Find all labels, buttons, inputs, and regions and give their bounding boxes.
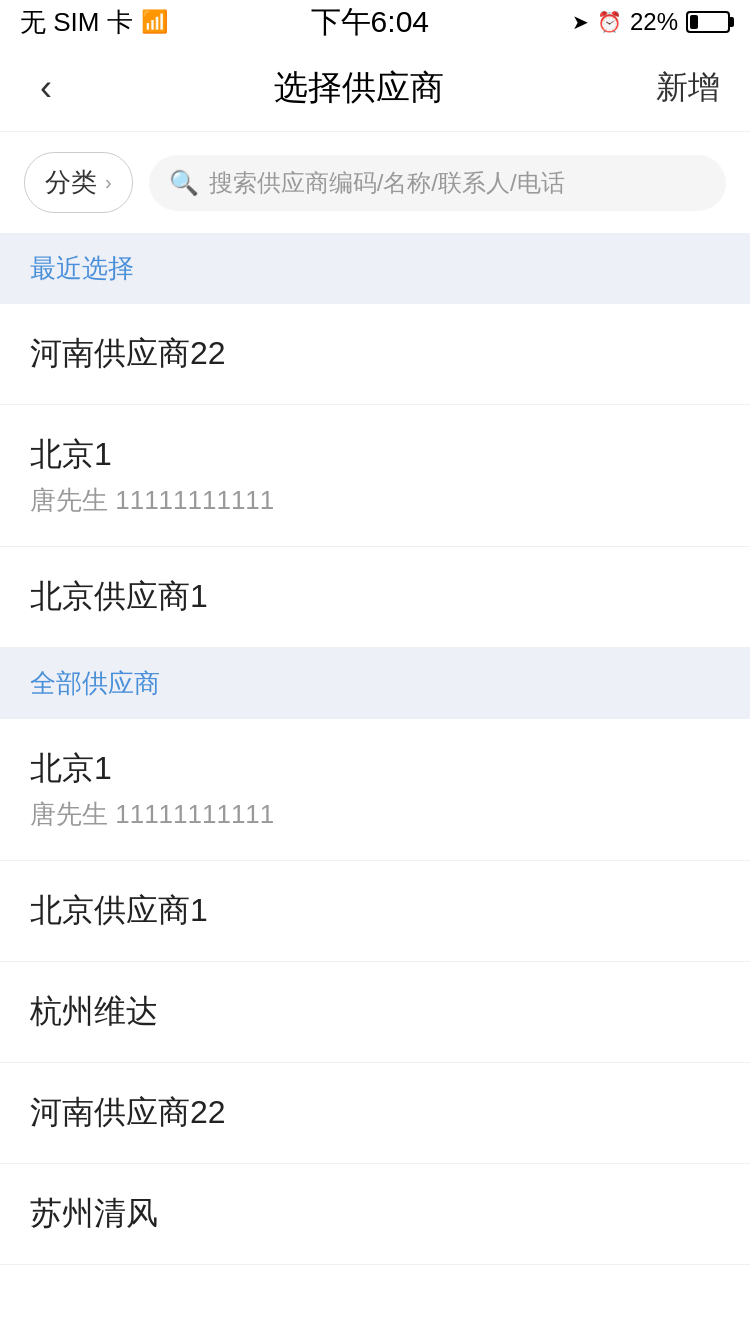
search-input[interactable] xyxy=(209,169,706,197)
battery-fill xyxy=(690,15,698,29)
status-bar: 无 SIM 卡 📶 下午6:04 ➤ ⏰ 22% xyxy=(0,0,750,44)
new-action-button[interactable]: 新增 xyxy=(656,66,720,110)
category-label: 分类 xyxy=(45,165,97,200)
list-item[interactable]: 北京供应商1 xyxy=(0,547,750,648)
search-icon: 🔍 xyxy=(169,169,199,197)
recent-items-list: 河南供应商22 北京1 唐先生 11111111111 北京供应商1 xyxy=(0,304,750,648)
search-box: 🔍 xyxy=(149,155,726,211)
item-detail: 唐先生 11111111111 xyxy=(30,797,720,832)
battery-icon-container xyxy=(686,11,730,33)
wifi-icon: 📶 xyxy=(141,9,168,35)
list-item[interactable]: 河南供应商22 xyxy=(0,1063,750,1164)
all-section-header: 全部供应商 xyxy=(0,648,750,719)
list-item[interactable]: 北京1 唐先生 11111111111 xyxy=(0,719,750,861)
location-icon: ➤ xyxy=(572,10,589,34)
list-item[interactable]: 苏州清风 xyxy=(0,1164,750,1265)
item-name: 杭州维达 xyxy=(30,990,720,1034)
all-section-label: 全部供应商 xyxy=(30,668,160,698)
battery-icon xyxy=(686,11,730,33)
item-name: 北京1 xyxy=(30,747,720,791)
recent-section-label: 最近选择 xyxy=(30,253,134,283)
list-item[interactable]: 杭州维达 xyxy=(0,962,750,1063)
chevron-right-icon: › xyxy=(105,171,112,194)
filter-bar: 分类 › 🔍 xyxy=(0,132,750,233)
list-item[interactable]: 河南供应商22 xyxy=(0,304,750,405)
item-name: 河南供应商22 xyxy=(30,1091,720,1135)
recent-section-header: 最近选择 xyxy=(0,233,750,304)
category-button[interactable]: 分类 › xyxy=(24,152,133,213)
item-name: 北京供应商1 xyxy=(30,575,720,619)
status-time: 下午6:04 xyxy=(311,2,429,43)
back-button[interactable]: ‹ xyxy=(30,57,62,119)
all-items-list: 北京1 唐先生 11111111111 北京供应商1 杭州维达 河南供应商22 … xyxy=(0,719,750,1265)
list-item[interactable]: 北京1 唐先生 11111111111 xyxy=(0,405,750,547)
status-left: 无 SIM 卡 📶 xyxy=(20,5,168,40)
list-item[interactable]: 北京供应商1 xyxy=(0,861,750,962)
nav-bar: ‹ 选择供应商 新增 xyxy=(0,44,750,132)
item-name: 河南供应商22 xyxy=(30,332,720,376)
alarm-icon: ⏰ xyxy=(597,10,622,34)
sim-text: 无 SIM 卡 xyxy=(20,5,133,40)
battery-percent: 22% xyxy=(630,8,678,36)
status-right: ➤ ⏰ 22% xyxy=(572,8,730,36)
item-detail: 唐先生 11111111111 xyxy=(30,483,720,518)
item-name: 北京1 xyxy=(30,433,720,477)
item-name: 苏州清风 xyxy=(30,1192,720,1236)
item-name: 北京供应商1 xyxy=(30,889,720,933)
page-title: 选择供应商 xyxy=(274,65,444,111)
